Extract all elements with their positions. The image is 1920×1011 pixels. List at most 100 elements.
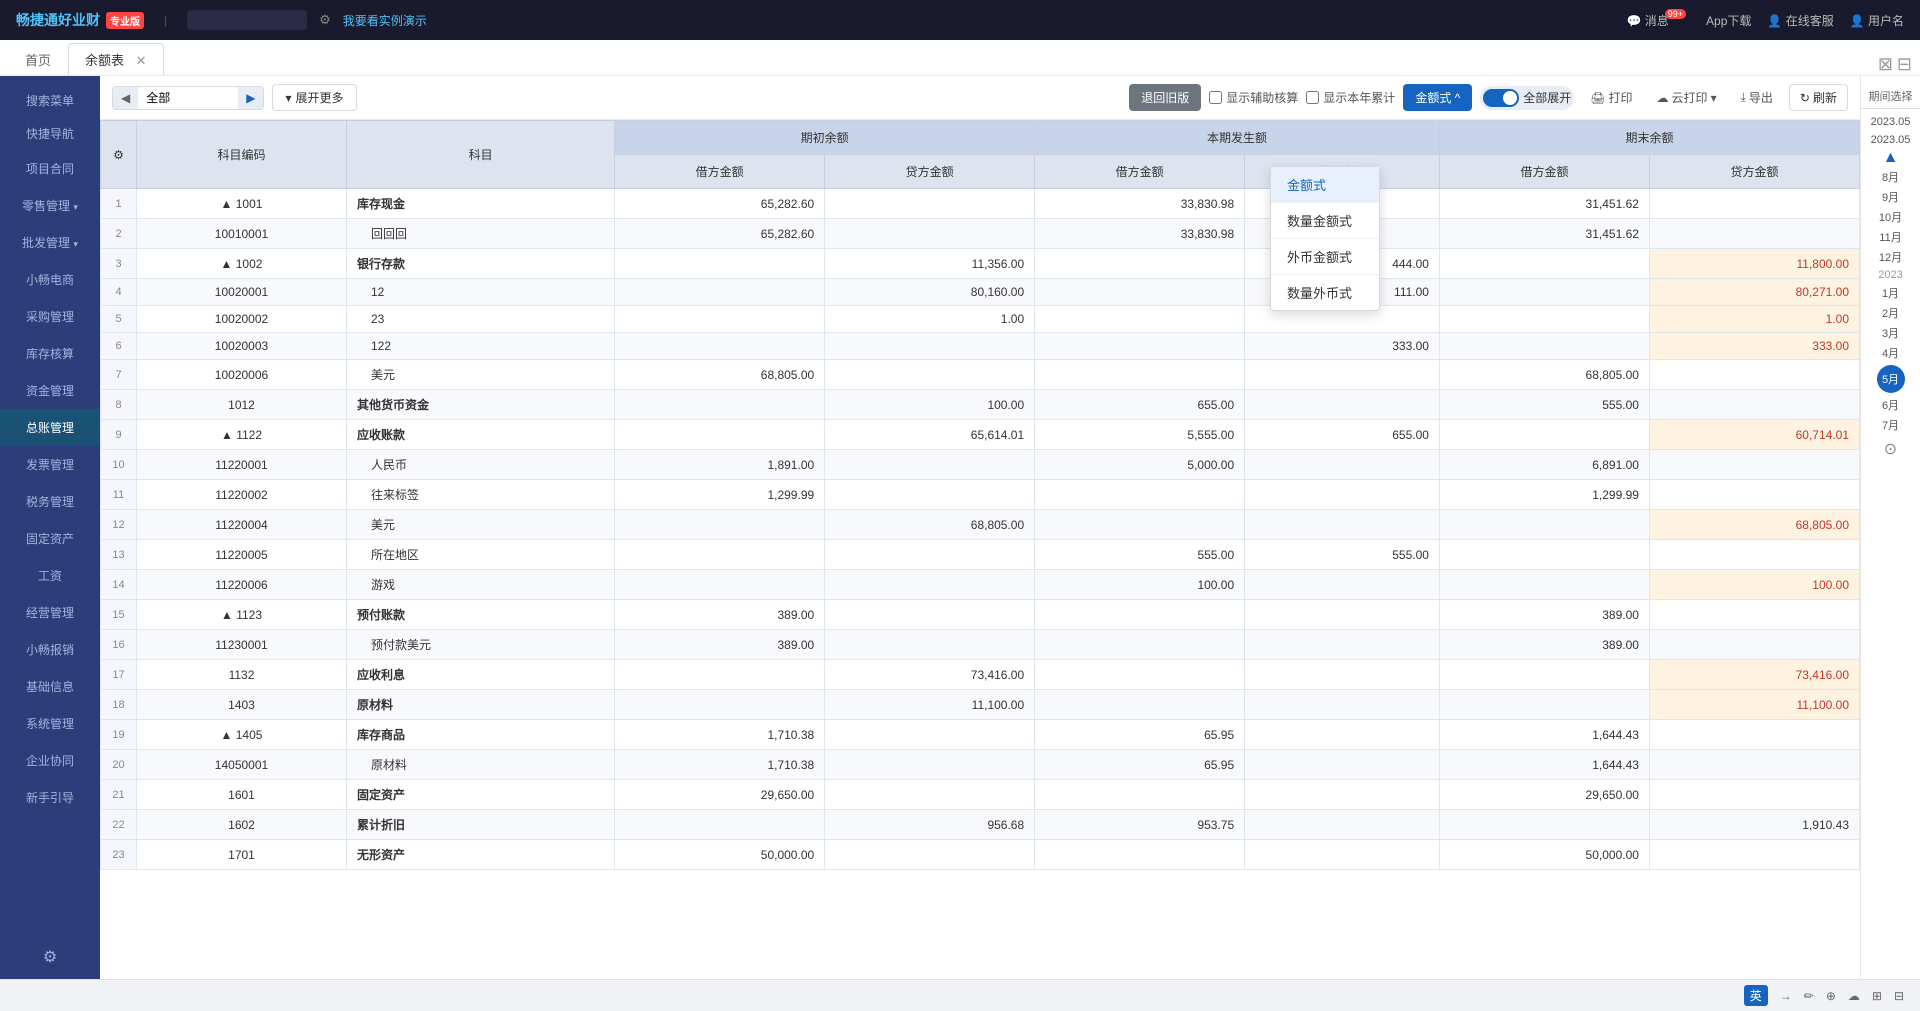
bottom-icon-3[interactable]: ⊕ <box>1826 989 1836 1003</box>
show-assistant-check[interactable]: 显示辅助核算 <box>1209 89 1298 106</box>
tab-home[interactable]: 首页 <box>8 43 68 75</box>
sidebar-item-guide[interactable]: 新手引导 <box>0 779 100 816</box>
bottom-icon-4[interactable]: ☁ <box>1848 989 1860 1003</box>
table-row: 14 11220006 游戏 100.00 100.00 <box>101 570 1860 600</box>
back-arrow-btn[interactable]: ◀ <box>113 87 138 109</box>
sidebar-item-coop[interactable]: 企业协同 <box>0 742 100 779</box>
subject-name-cell[interactable]: 所在地区 <box>346 540 614 570</box>
subject-name-cell[interactable]: 无形资产 <box>346 840 614 870</box>
sidebar-item-shop[interactable]: 小畅电商 <box>0 261 100 298</box>
sidebar-item-assets[interactable]: 固定资产 <box>0 520 100 557</box>
export-btn[interactable]: ⤓ 导出 <box>1733 84 1781 111</box>
sidebar-item-tax[interactable]: 税务管理 <box>0 483 100 520</box>
month-1[interactable]: 1月 <box>1882 283 1899 303</box>
cloud-print-btn[interactable]: ☁ 云打印 ▾ <box>1649 84 1725 111</box>
subject-name-cell[interactable]: 银行存款 <box>346 249 614 279</box>
sidebar-item-system[interactable]: 系统管理 <box>0 705 100 742</box>
search-input[interactable] <box>138 87 238 109</box>
subject-name-cell[interactable]: 应收利息 <box>346 660 614 690</box>
month-11[interactable]: 11月 <box>1879 227 1901 247</box>
nav-up-icon[interactable]: ▲ <box>1883 149 1899 167</box>
amount-type-btn[interactable]: 金额式 ^ <box>1403 84 1472 111</box>
tab-close-icon[interactable]: ✕ <box>136 53 147 68</box>
subject-name-cell[interactable]: 122 <box>346 333 614 360</box>
refresh-btn[interactable]: ↻ 刷新 <box>1789 84 1848 111</box>
lang-btn[interactable]: 英 <box>1744 985 1768 1006</box>
show-year-total-check[interactable]: 显示本年累计 <box>1306 89 1395 106</box>
sidebar-item-basic[interactable]: 基础信息 <box>0 668 100 705</box>
bottom-icon-1[interactable]: → <box>1780 989 1792 1003</box>
subject-name-cell[interactable]: 原材料 <box>346 690 614 720</box>
expand-all-toggle[interactable]: 全部展开 <box>1480 86 1574 110</box>
sidebar-item-salary[interactable]: 工资 <box>0 557 100 594</box>
search-bar[interactable] <box>187 10 307 30</box>
subject-name-cell[interactable]: 库存现金 <box>346 189 614 219</box>
subject-name-cell[interactable]: 累计折旧 <box>346 810 614 840</box>
settings-icon-top[interactable]: ⚙ <box>319 12 331 28</box>
user-avatar[interactable]: 👤 用户名 <box>1850 12 1904 29</box>
toggle-switch[interactable] <box>1483 89 1519 107</box>
demo-link[interactable]: 我要看实例演示 <box>343 12 427 29</box>
subject-name-cell[interactable]: 美元 <box>346 360 614 390</box>
closing-debit-header: 借方金额 <box>1439 155 1649 189</box>
subject-name-cell[interactable]: 12 <box>346 279 614 306</box>
bottom-icon-2[interactable]: ✏ <box>1804 989 1814 1003</box>
month-5-active[interactable]: 5月 <box>1877 365 1905 393</box>
bottom-icon-5[interactable]: ⊞ <box>1872 989 1882 1003</box>
subject-name-cell[interactable]: 库存商品 <box>346 720 614 750</box>
month-6[interactable]: 6月 <box>1882 395 1899 415</box>
sidebar-item-purchase[interactable]: 采购管理 <box>0 298 100 335</box>
nav-down-icon[interactable]: ⊙ <box>1884 439 1897 459</box>
sidebar-item-project[interactable]: 项目合同 <box>0 150 100 187</box>
settings-col-header[interactable]: ⚙ <box>101 121 137 189</box>
subject-name-cell[interactable]: 预付账款 <box>346 600 614 630</box>
month-8[interactable]: 8月 <box>1882 167 1899 187</box>
expand-more-btn[interactable]: ▾ 展开更多 <box>272 84 356 111</box>
subject-name-cell[interactable]: 其他货币资金 <box>346 390 614 420</box>
subject-name-cell[interactable]: 应收账款 <box>346 420 614 450</box>
dropdown-item-foreign-amount[interactable]: 外币金额式 <box>1271 239 1379 275</box>
sidebar-settings-icon[interactable]: ⚙ <box>43 947 57 967</box>
row-num: 5 <box>101 306 137 333</box>
sidebar-item-wholesale[interactable]: 批发管理 ▾ <box>0 224 100 261</box>
tab-balance[interactable]: 余额表 ✕ <box>68 43 164 75</box>
notification-btn[interactable]: 💬 消息99+ <box>1626 12 1690 29</box>
month-9[interactable]: 9月 <box>1882 187 1899 207</box>
subject-name-cell[interactable]: 原材料 <box>346 750 614 780</box>
subject-name-cell[interactable]: 回回回 <box>346 219 614 249</box>
month-2[interactable]: 2月 <box>1882 303 1899 323</box>
month-10[interactable]: 10月 <box>1879 207 1902 227</box>
back-old-version-btn[interactable]: 退回旧版 <box>1129 84 1201 111</box>
sidebar-item-invoice[interactable]: 发票管理 <box>0 446 100 483</box>
dropdown-item-qty-amount[interactable]: 数量金额式 <box>1271 203 1379 239</box>
subject-name-cell[interactable]: 预付款美元 <box>346 630 614 660</box>
subject-name-cell[interactable]: 人民币 <box>346 450 614 480</box>
forward-arrow-btn[interactable]: ▶ <box>238 87 263 109</box>
subject-name-cell[interactable]: 往来标签 <box>346 480 614 510</box>
print-btn[interactable]: 🖨 打印 <box>1582 84 1640 111</box>
sidebar-item-report[interactable]: 小畅报销 <box>0 631 100 668</box>
month-7[interactable]: 7月 <box>1882 415 1899 435</box>
subject-name-cell[interactable]: 美元 <box>346 510 614 540</box>
sidebar-item-retail[interactable]: 零售管理 ▾ <box>0 187 100 224</box>
online-service-btn[interactable]: 👤 在线客服 <box>1767 12 1833 29</box>
open-debit-cell: 68,805.00 <box>615 360 825 390</box>
month-12[interactable]: 12月 <box>1879 247 1902 267</box>
app-download-btn[interactable]: App下载 <box>1706 12 1751 29</box>
subject-name-cell[interactable]: 固定资产 <box>346 780 614 810</box>
sidebar-item-inventory[interactable]: 库存核算 <box>0 335 100 372</box>
month-3[interactable]: 3月 <box>1882 323 1899 343</box>
bottom-icon-6[interactable]: ⊟ <box>1894 989 1904 1003</box>
month-4[interactable]: 4月 <box>1882 343 1899 363</box>
sidebar-item-ledger[interactable]: 总账管理 <box>0 409 100 446</box>
dropdown-item-amount[interactable]: 金额式 <box>1271 167 1379 203</box>
subject-name-cell[interactable]: 23 <box>346 306 614 333</box>
subject-name-cell[interactable]: 游戏 <box>346 570 614 600</box>
sidebar-item-operation[interactable]: 经营管理 <box>0 594 100 631</box>
open-credit-cell <box>825 189 1035 219</box>
dropdown-item-qty-foreign[interactable]: 数量外币式 <box>1271 275 1379 310</box>
close-all-btn[interactable]: ⊠ ⊟ <box>1878 54 1912 75</box>
sidebar-quick-nav[interactable]: 快捷导航 <box>0 117 100 150</box>
sidebar-item-capital[interactable]: 资金管理 <box>0 372 100 409</box>
sidebar-search[interactable]: 搜索菜单 <box>0 84 100 117</box>
